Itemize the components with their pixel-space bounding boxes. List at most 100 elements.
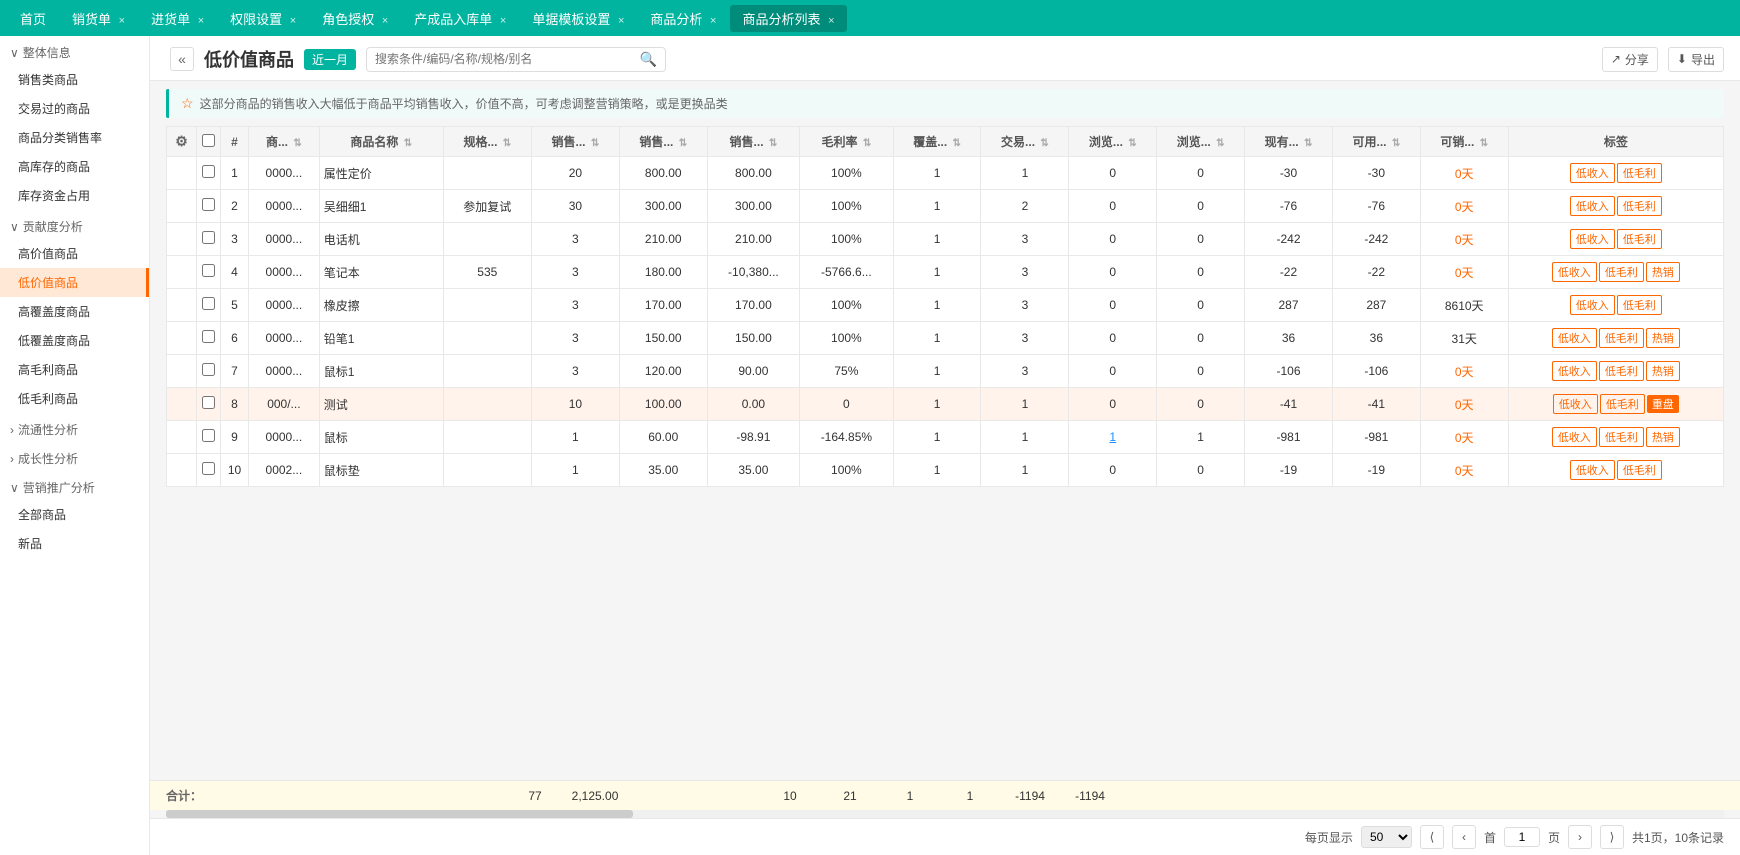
col-margin[interactable]: 毛利率 ⇅ [800,127,894,157]
group-growth[interactable]: › 成长性分析 [0,442,149,471]
close-role-icon[interactable]: × [382,15,388,27]
export-button[interactable]: ⬇ 导出 [1668,47,1724,72]
cell-checkbox[interactable] [197,289,221,322]
nav-product[interactable]: 产成品入库单 × [402,5,518,32]
cell-view1[interactable]: 0 [1069,388,1157,421]
sidebar-item-high-value[interactable]: 高价值商品 [0,239,149,268]
cell-view1[interactable]: 0 [1069,454,1157,487]
sidebar-item-low-value[interactable]: 低价值商品 [0,268,149,297]
row-checkbox[interactable] [202,231,215,244]
close-template-icon[interactable]: × [618,15,624,27]
cell-checkbox[interactable] [197,223,221,256]
select-all-checkbox[interactable] [202,134,215,147]
close-goods-icon[interactable]: × [710,15,716,27]
close-permission-icon[interactable]: × [290,15,296,27]
view1-link: 0 [1109,166,1116,180]
col-s2[interactable]: 销售... ⇅ [619,127,707,157]
next-page-btn[interactable]: › [1568,825,1592,849]
close-purchase-icon[interactable]: × [198,15,204,27]
sidebar-item-stock-fund[interactable]: 库存资金占用 [0,181,149,210]
sidebar-item-high-margin[interactable]: 高毛利商品 [0,355,149,384]
col-stock1[interactable]: 现有... ⇅ [1245,127,1333,157]
sidebar-item-all-goods[interactable]: 全部商品 [0,500,149,529]
col-spec[interactable]: 规格... ⇅ [443,127,531,157]
table-wrapper[interactable]: ⚙ # 商... ⇅ 商品名称 ⇅ 规格... ⇅ 销售... ⇅ 销售... … [150,126,1740,780]
row-checkbox[interactable] [202,330,215,343]
cell-view2: 1 [1157,421,1245,454]
cell-checkbox[interactable] [197,256,221,289]
group-flow[interactable]: › 流通性分析 [0,413,149,442]
col-stock2[interactable]: 可用... ⇅ [1332,127,1420,157]
col-checkbox[interactable] [197,127,221,157]
last-page-btn[interactable]: ⟩ [1600,825,1624,849]
row-checkbox[interactable] [202,429,215,442]
first-page-btn[interactable]: ⟨ [1420,825,1444,849]
row-checkbox[interactable] [202,264,215,277]
row-checkbox[interactable] [202,297,215,310]
cell-cover: 1 [893,190,981,223]
cell-checkbox[interactable] [197,157,221,190]
col-s3[interactable]: 销售... ⇅ [707,127,799,157]
close-list-icon[interactable]: × [828,15,834,27]
sidebar-item-low-margin[interactable]: 低毛利商品 [0,384,149,413]
nav-goods-list[interactable]: 商品分析列表 × [730,5,846,32]
cell-checkbox[interactable] [197,190,221,223]
search-box[interactable]: 🔍 [366,47,666,72]
col-view2[interactable]: 浏览... ⇅ [1157,127,1245,157]
row-checkbox[interactable] [202,165,215,178]
nav-goods-analysis[interactable]: 商品分析 × [638,5,728,32]
col-trade[interactable]: 交易... ⇅ [981,127,1069,157]
sidebar-item-new-goods[interactable]: 新品 [0,529,149,558]
cell-view1[interactable]: 0 [1069,289,1157,322]
nav-sales[interactable]: 销货单 × [60,5,137,32]
cell-checkbox[interactable] [197,322,221,355]
col-code[interactable]: 商... ⇅ [249,127,320,157]
col-s1[interactable]: 销售... ⇅ [531,127,619,157]
cell-checkbox[interactable] [197,421,221,454]
cell-checkbox[interactable] [197,388,221,421]
nav-purchase[interactable]: 进货单 × [139,5,216,32]
search-input[interactable] [375,52,636,66]
gear-icon[interactable]: ⚙ [175,133,188,149]
nav-role[interactable]: 角色授权 × [310,5,400,32]
nav-home[interactable]: 首页 [8,5,58,32]
group-overall[interactable]: ∨ 整体信息 [0,36,149,65]
col-days[interactable]: 可销... ⇅ [1420,127,1508,157]
col-cover[interactable]: 覆盖... ⇅ [893,127,981,157]
col-view1[interactable]: 浏览... ⇅ [1069,127,1157,157]
cell-view1[interactable]: 0 [1069,157,1157,190]
close-product-icon[interactable]: × [500,15,506,27]
nav-permission[interactable]: 权限设置 × [218,5,308,32]
cell-view1[interactable]: 0 [1069,355,1157,388]
share-button[interactable]: ↗ 分享 [1602,47,1658,72]
per-page-select[interactable]: 50 100 200 [1361,826,1412,848]
row-checkbox[interactable] [202,462,215,475]
page-input[interactable] [1504,827,1540,847]
close-sales-icon[interactable]: × [119,15,125,27]
cell-view1[interactable]: 1 [1069,421,1157,454]
cell-view1[interactable]: 0 [1069,223,1157,256]
sidebar-item-high-stock[interactable]: 高库存的商品 [0,152,149,181]
nav-template[interactable]: 单据模板设置 × [520,5,636,32]
row-checkbox[interactable] [202,363,215,376]
prev-page-btn[interactable]: ‹ [1452,825,1476,849]
cell-checkbox[interactable] [197,454,221,487]
row-checkbox[interactable] [202,396,215,409]
cell-checkbox[interactable] [197,355,221,388]
sidebar-item-low-coverage[interactable]: 低覆盖度商品 [0,326,149,355]
view1-link[interactable]: 1 [1109,430,1116,444]
col-settings[interactable]: ⚙ [167,127,197,157]
cell-view1[interactable]: 0 [1069,322,1157,355]
collapse-sidebar-btn[interactable]: « [170,47,194,71]
sidebar-item-sales-goods[interactable]: 销售类商品 [0,65,149,94]
group-marketing[interactable]: ∨ 营销推广分析 [0,471,149,500]
sidebar-item-category-rate[interactable]: 商品分类销售率 [0,123,149,152]
cell-view1[interactable]: 0 [1069,256,1157,289]
filter-tag-month[interactable]: 近一月 [304,49,356,70]
col-name[interactable]: 商品名称 ⇅ [319,127,443,157]
sidebar-item-high-coverage[interactable]: 高覆盖度商品 [0,297,149,326]
sidebar-item-traded-goods[interactable]: 交易过的商品 [0,94,149,123]
row-checkbox[interactable] [202,198,215,211]
cell-view1[interactable]: 0 [1069,190,1157,223]
group-contribution[interactable]: ∨ 贡献度分析 [0,210,149,239]
